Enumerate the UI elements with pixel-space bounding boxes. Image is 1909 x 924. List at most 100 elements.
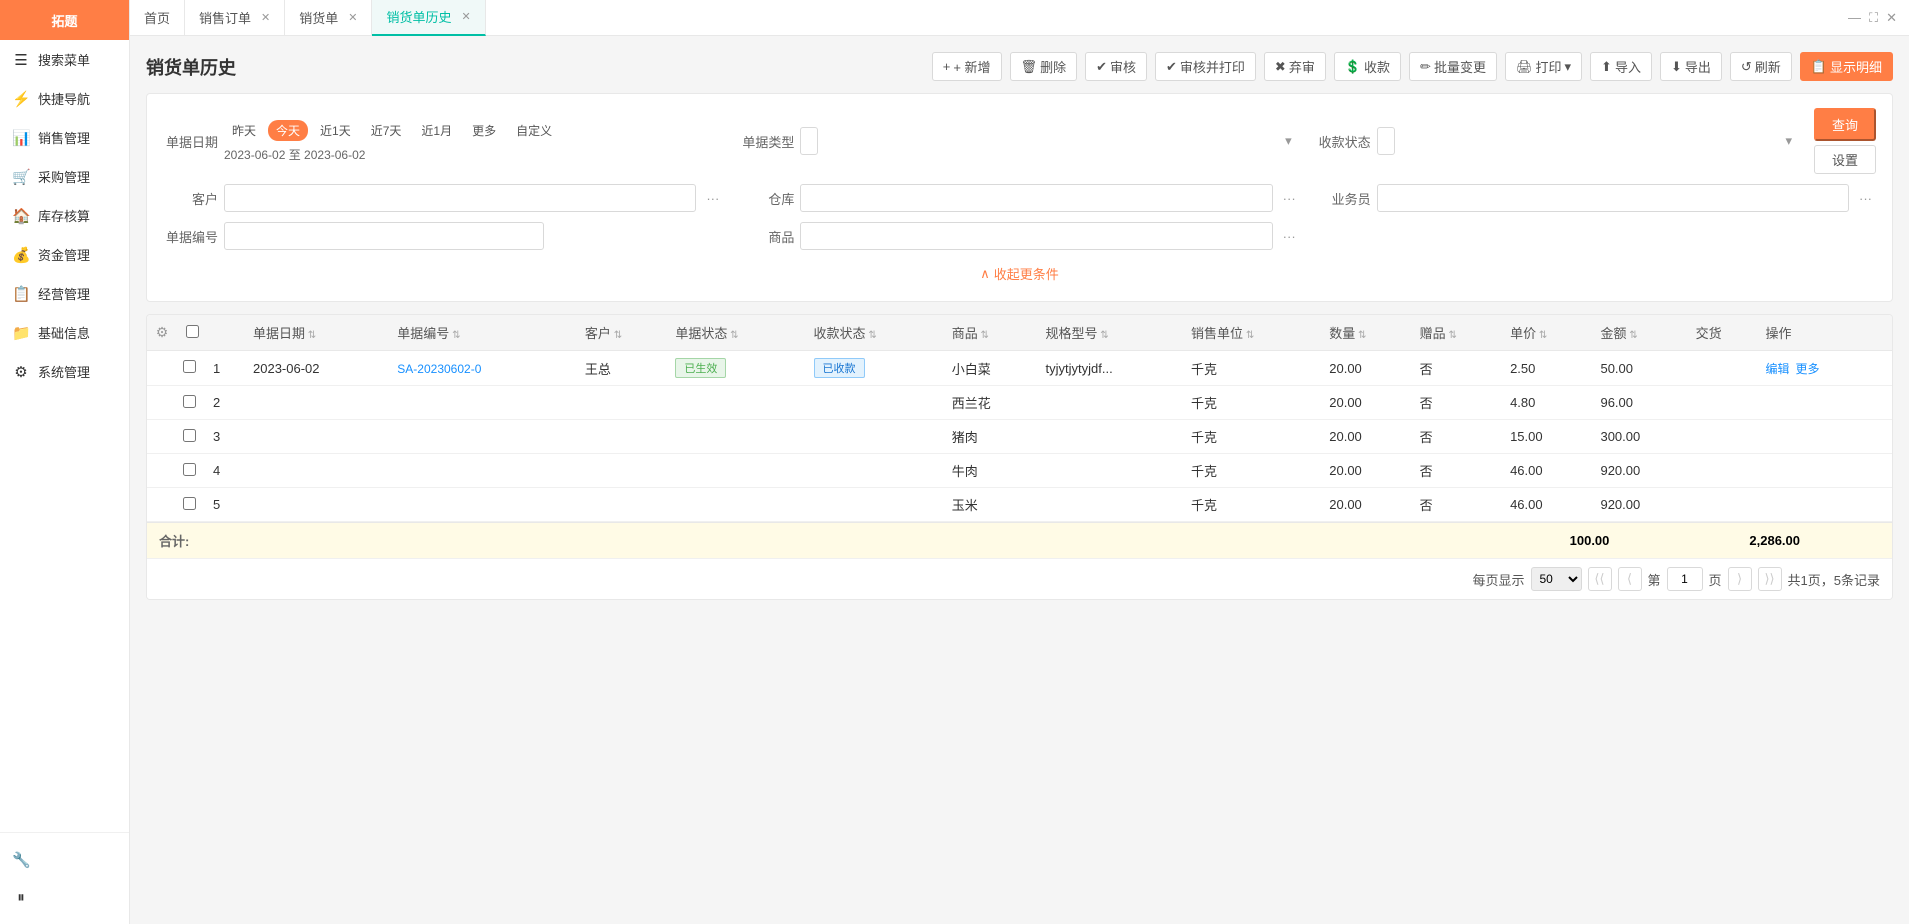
tab-close-sales-history[interactable]: ✕: [462, 10, 471, 23]
add-button[interactable]: + + 新增: [932, 52, 1002, 81]
tab-sales-goods[interactable]: 销货单 ✕: [285, 0, 372, 36]
show-detail-button[interactable]: 📋 显示明细: [1800, 52, 1893, 81]
row-checkbox-1[interactable]: [183, 395, 196, 408]
per-page-select[interactable]: 50 100 200: [1531, 567, 1582, 591]
page-number-input[interactable]: [1667, 567, 1703, 591]
query-button[interactable]: 查询: [1814, 108, 1876, 141]
edit-link-0[interactable]: 编辑: [1765, 362, 1789, 376]
th-unit-price[interactable]: 单价: [1504, 315, 1594, 351]
sidebar-item-base-info[interactable]: 📁 基础信息: [0, 313, 129, 352]
sidebar-item-sys-mgmt[interactable]: ⚙ 系统管理: [0, 352, 129, 391]
page-prev-button[interactable]: ⟨: [1618, 567, 1642, 591]
sidebar-item-operation-mgmt[interactable]: 📋 经营管理: [0, 274, 129, 313]
doc-no-link-0[interactable]: SA-20230602-0: [397, 362, 481, 376]
goods-input[interactable]: [800, 222, 1272, 250]
th-settings[interactable]: ⚙: [147, 315, 177, 351]
date-tab-today[interactable]: 今天: [268, 120, 308, 141]
batch-change-button[interactable]: ✏ 批量变更: [1409, 52, 1497, 81]
table-settings-icon[interactable]: ⚙: [156, 324, 169, 340]
row-doc-no[interactable]: SA-20230602-0: [391, 351, 579, 386]
export-button[interactable]: ⬇ 导出: [1660, 52, 1722, 81]
tab-minimize-icon[interactable]: —: [1848, 10, 1861, 25]
sidebar-item-purchase-mgmt[interactable]: 🛒 采购管理: [0, 157, 129, 196]
date-tab-more[interactable]: 更多: [464, 120, 504, 141]
row-doc-no[interactable]: [391, 386, 579, 420]
page-last-button[interactable]: ⟩⟩: [1758, 567, 1782, 591]
row-action[interactable]: 编辑更多: [1759, 351, 1892, 386]
row-doc-no[interactable]: [391, 454, 579, 488]
row-checkbox-4[interactable]: [183, 497, 196, 510]
setting-button[interactable]: 设置: [1814, 145, 1876, 174]
sidebar-item-collapse[interactable]: ⏸: [0, 879, 129, 916]
row-action[interactable]: [1759, 386, 1892, 420]
th-receive-status[interactable]: 收款状态: [808, 315, 946, 351]
tab-sales-order[interactable]: 销售订单 ✕: [185, 0, 285, 36]
doc-type-select[interactable]: [800, 127, 818, 155]
audit-button[interactable]: ✔ 审核: [1085, 52, 1147, 81]
row-doc-date: [247, 454, 391, 488]
th-customer[interactable]: 客户: [579, 315, 669, 351]
tab-close-sales-order[interactable]: ✕: [261, 11, 270, 24]
date-tab-recent1m[interactable]: 近1月: [413, 120, 460, 141]
row-check[interactable]: [177, 454, 207, 488]
row-doc-no[interactable]: [391, 420, 579, 454]
th-doc-date[interactable]: 单据日期: [247, 315, 391, 351]
date-tab-recent1d[interactable]: 近1天: [312, 120, 359, 141]
import-button[interactable]: ⬆ 导入: [1590, 52, 1652, 81]
sidebar-item-settings-bottom[interactable]: 🔧: [0, 841, 129, 879]
customer-input[interactable]: [224, 184, 696, 212]
select-all-checkbox[interactable]: [186, 325, 199, 338]
agent-input[interactable]: [1377, 184, 1849, 212]
agent-dots-button[interactable]: ···: [1855, 191, 1876, 206]
tab-expand-icon[interactable]: ⛶: [1869, 10, 1878, 26]
row-checkbox-0[interactable]: [183, 360, 196, 373]
warehouse-input[interactable]: [800, 184, 1272, 212]
row-checkbox-2[interactable]: [183, 429, 196, 442]
th-doc-no[interactable]: 单据编号: [391, 315, 579, 351]
row-check[interactable]: [177, 420, 207, 454]
warehouse-dots-button[interactable]: ···: [1279, 191, 1300, 206]
th-amount[interactable]: 金额: [1594, 315, 1689, 351]
tab-close-sales-goods[interactable]: ✕: [348, 11, 357, 24]
tab-sales-history[interactable]: 销货单历史 ✕: [372, 0, 485, 36]
th-goods[interactable]: 商品: [946, 315, 1040, 351]
page-first-button[interactable]: ⟨⟨: [1588, 567, 1612, 591]
th-qty[interactable]: 数量: [1323, 315, 1413, 351]
row-check[interactable]: [177, 351, 207, 386]
th-gift[interactable]: 赠品: [1414, 315, 1504, 351]
audit-print-button[interactable]: ✔ 审核并打印: [1155, 52, 1256, 81]
refresh-button[interactable]: ↺ 刷新: [1730, 52, 1792, 81]
sidebar-item-inventory[interactable]: 🏠 库存核算: [0, 196, 129, 235]
collapse-button[interactable]: ∧ 收起更条件: [163, 260, 1876, 287]
print-button[interactable]: 🖨 打印 ▾: [1505, 52, 1582, 81]
receive-button[interactable]: 💲 收款: [1334, 52, 1401, 81]
row-doc-no[interactable]: [391, 488, 579, 522]
date-tab-yesterday[interactable]: 昨天: [224, 120, 264, 141]
sidebar-item-sales-mgmt[interactable]: 📊 销售管理: [0, 118, 129, 157]
goods-dots-button[interactable]: ···: [1279, 229, 1300, 244]
page-title: 销货单历史: [146, 54, 236, 80]
row-action[interactable]: [1759, 454, 1892, 488]
th-sales-unit[interactable]: 销售单位: [1185, 315, 1323, 351]
date-tab-recent7d[interactable]: 近7天: [363, 120, 410, 141]
customer-dots-button[interactable]: ···: [702, 191, 723, 206]
page-next-button[interactable]: ⟩: [1728, 567, 1752, 591]
row-check[interactable]: [177, 488, 207, 522]
tab-close-all-icon[interactable]: ✕: [1886, 10, 1897, 26]
doc-no-input[interactable]: [224, 222, 544, 250]
row-checkbox-3[interactable]: [183, 463, 196, 476]
tab-home[interactable]: 首页: [130, 0, 185, 36]
abandon-button[interactable]: ✖ 弃审: [1264, 52, 1326, 81]
delete-button[interactable]: 🗑 删除: [1010, 52, 1078, 81]
row-check[interactable]: [177, 386, 207, 420]
th-spec[interactable]: 规格型号: [1040, 315, 1186, 351]
date-tab-custom[interactable]: 自定义: [508, 120, 560, 141]
sidebar-item-search-menu[interactable]: ☰ 搜索菜单: [0, 40, 129, 79]
more-link-0[interactable]: 更多: [1796, 362, 1820, 376]
receive-status-select[interactable]: [1377, 127, 1395, 155]
sidebar-item-quick-nav[interactable]: ⚡ 快捷导航: [0, 79, 129, 118]
th-doc-status[interactable]: 单据状态: [669, 315, 807, 351]
row-action[interactable]: [1759, 420, 1892, 454]
row-action[interactable]: [1759, 488, 1892, 522]
sidebar-item-finance-mgmt[interactable]: 💰 资金管理: [0, 235, 129, 274]
